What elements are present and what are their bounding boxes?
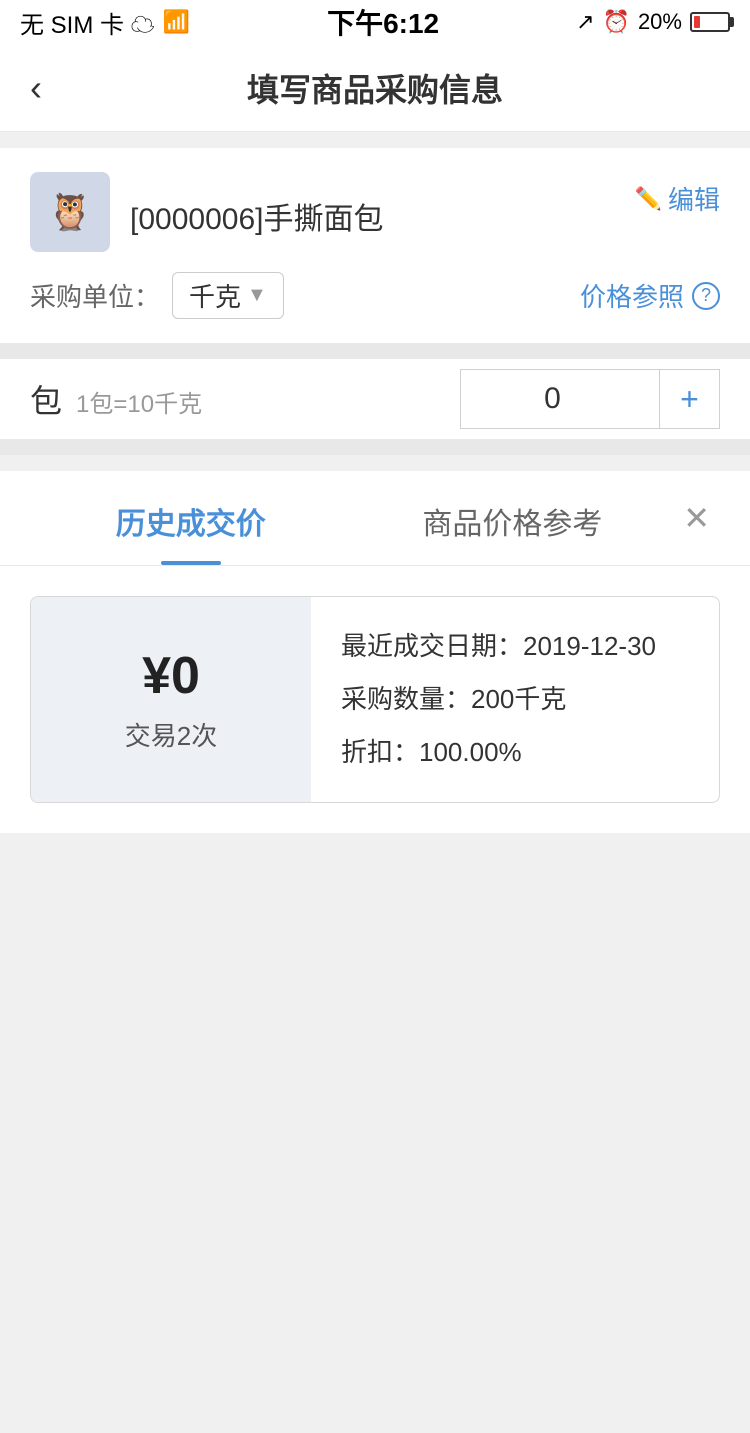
product-card: 🦉 [0000006]手撕面包 ✏️ 编辑 采购单位： 千克 ▼ 价格参照 ? (0, 148, 750, 343)
product-logo-icon: 🦉 (48, 191, 93, 233)
status-right: ↗ ⏰ 20% (576, 9, 730, 35)
product-left: 🦉 [0000006]手撕面包 (30, 172, 383, 252)
help-icon: ? (692, 282, 720, 310)
quantity-unit: 包 (30, 376, 62, 422)
no-sim-text: 无 SIM 卡 ☁ (20, 5, 155, 40)
history-price-value: ¥0 (142, 646, 200, 706)
empty-area (0, 833, 750, 1433)
tab-close-button[interactable]: ✕ (673, 489, 720, 547)
tab-underline (161, 561, 221, 565)
quantity-plus-button[interactable]: + (660, 369, 720, 429)
price-reference-button[interactable]: 价格参照 ? (580, 277, 720, 314)
discount-row: 折扣：100.00% (341, 733, 689, 772)
purchase-qty-label: 采购数量： (341, 684, 471, 714)
battery-percent: 20% (638, 9, 682, 35)
purchase-qty-row: 采购数量：200千克 (341, 680, 689, 719)
wifi-icon: 📶 (163, 9, 190, 35)
divider-2 (0, 439, 750, 455)
recent-date-value: 2019-12-30 (523, 631, 656, 661)
history-price-left: ¥0 交易2次 (31, 597, 311, 802)
tab-history-price-label: 历史成交价 (116, 508, 266, 541)
unit-row: 采购单位： 千克 ▼ (30, 272, 284, 319)
status-bar: 无 SIM 卡 ☁ 📶 下午6:12 ↗ ⏰ 20% (0, 0, 750, 44)
dropdown-arrow-icon: ▼ (247, 284, 267, 307)
discount-value: 100.00% (419, 737, 522, 767)
tab-history-price[interactable]: 历史成交价 (30, 471, 352, 565)
edit-button[interactable]: ✏️ 编辑 (635, 172, 720, 217)
recent-date-label: 最近成交日期： (341, 631, 523, 661)
page-title: 填写商品采购信息 (247, 65, 503, 111)
product-name: [0000006]手撕面包 (130, 186, 383, 238)
nav-bar: ‹ 填写商品采购信息 (0, 44, 750, 132)
history-price-right: 最近成交日期：2019-12-30 采购数量：200千克 折扣：100.00% (311, 597, 719, 802)
status-left: 无 SIM 卡 ☁ 📶 (20, 5, 190, 40)
quantity-input-group: + (460, 369, 720, 429)
history-trade-times: 交易2次 (125, 716, 217, 753)
quantity-sub-unit: 1包=10千克 (76, 384, 202, 419)
quantity-row: 包 1包=10千克 + (0, 359, 750, 439)
history-price-content: ¥0 交易2次 最近成交日期：2019-12-30 采购数量：200千克 折扣：… (0, 566, 750, 833)
product-meta: 采购单位： 千克 ▼ 价格参照 ? (30, 272, 720, 319)
tabs-container: 历史成交价 商品价格参考 ✕ (0, 471, 750, 566)
edit-label: 编辑 (668, 180, 720, 217)
battery-icon (690, 12, 730, 32)
tabs-header: 历史成交价 商品价格参考 ✕ (0, 471, 750, 565)
unit-selector[interactable]: 千克 ▼ (172, 272, 284, 319)
edit-icon: ✏️ (635, 186, 662, 212)
history-price-card: ¥0 交易2次 最近成交日期：2019-12-30 采购数量：200千克 折扣：… (30, 596, 720, 803)
product-thumbnail: 🦉 (30, 172, 110, 252)
quantity-label-group: 包 1包=10千克 (30, 376, 202, 422)
discount-label: 折扣： (341, 737, 419, 767)
status-time: 下午6:12 (327, 2, 439, 42)
recent-date-row: 最近成交日期：2019-12-30 (341, 627, 689, 666)
divider (0, 343, 750, 359)
product-header: 🦉 [0000006]手撕面包 ✏️ 编辑 (30, 172, 720, 252)
quantity-input[interactable] (460, 369, 660, 429)
location-icon: ↗ (576, 9, 594, 35)
tab-product-price-ref[interactable]: 商品价格参考 (352, 471, 674, 565)
purchase-qty-value: 200千克 (471, 684, 566, 714)
back-button[interactable]: ‹ (30, 57, 52, 119)
alarm-icon: ⏰ (603, 9, 630, 35)
tab-product-price-ref-label: 商品价格参考 (422, 508, 602, 541)
price-ref-label: 价格参照 (580, 277, 684, 314)
unit-value: 千克 (189, 277, 241, 314)
unit-label: 采购单位： (30, 277, 160, 314)
